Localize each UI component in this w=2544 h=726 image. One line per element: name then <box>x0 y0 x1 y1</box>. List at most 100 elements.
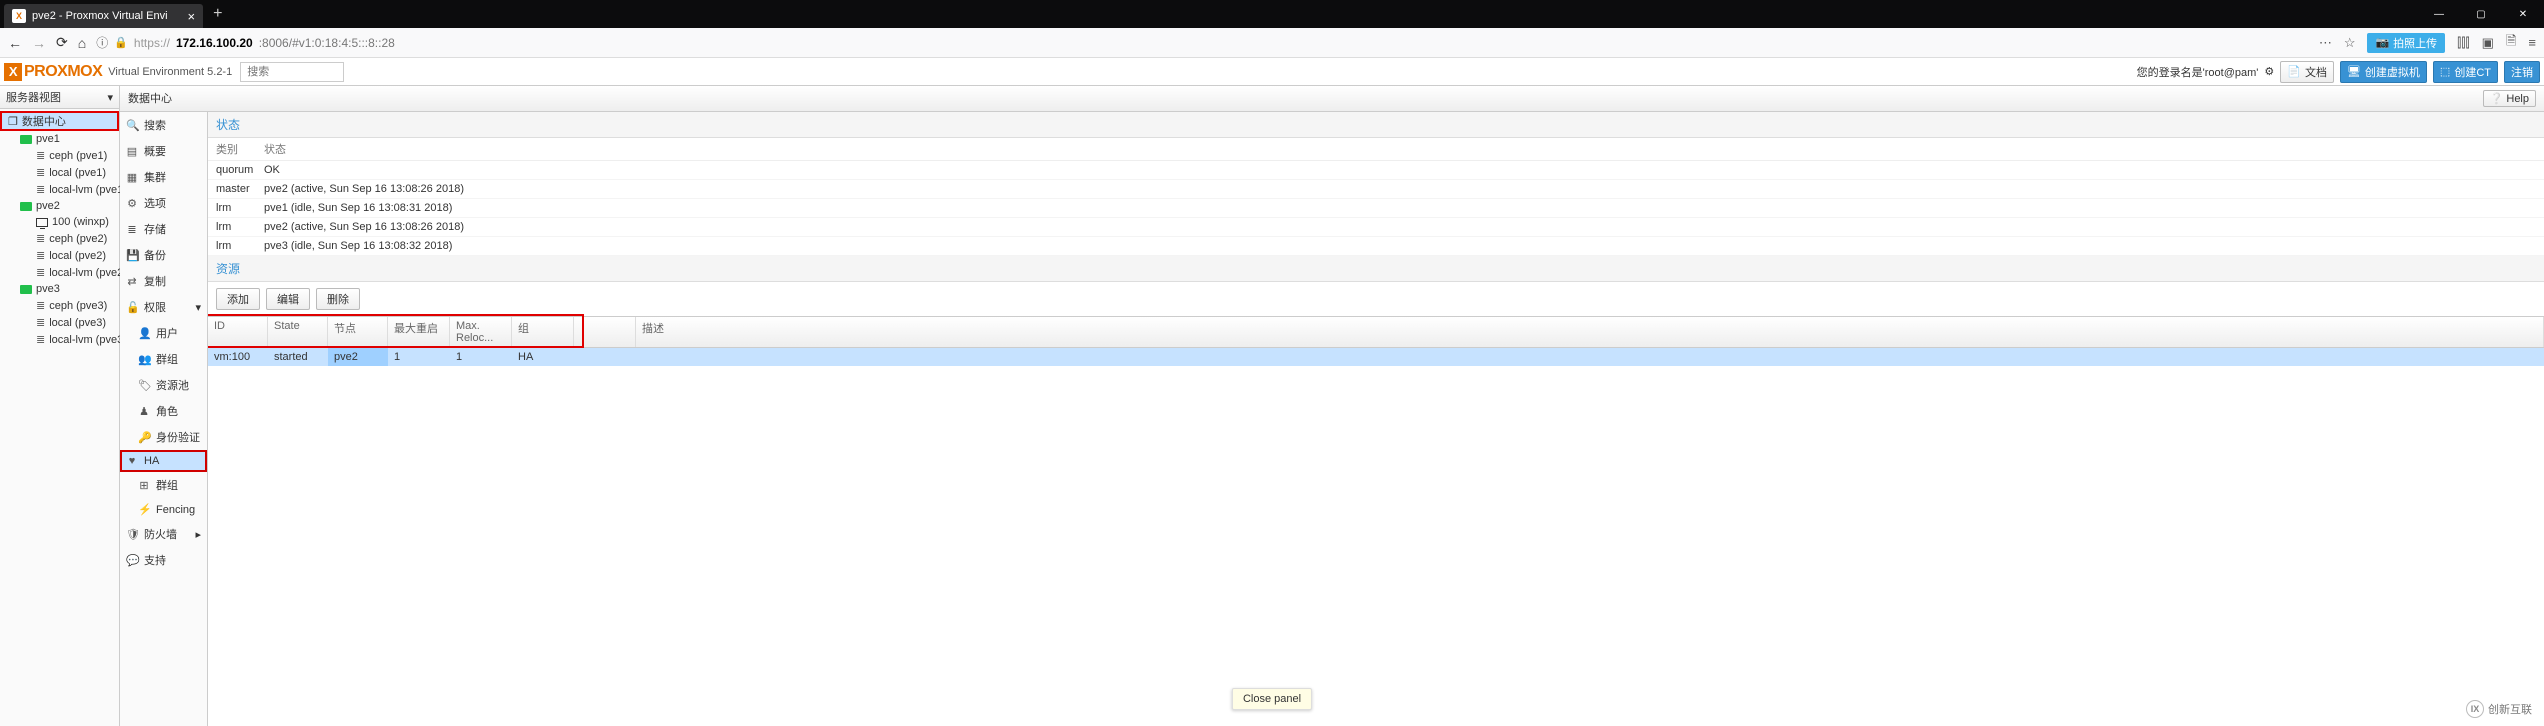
more-icon[interactable]: ⋯ <box>2319 35 2332 51</box>
group-icon: 👥 <box>138 353 150 366</box>
menu-auth[interactable]: 🔑身份验证 <box>120 424 207 450</box>
tree-storage-ceph-pve2[interactable]: ≣ceph (pve2) <box>0 230 119 247</box>
nav-reload-icon[interactable]: ⟳ <box>56 34 68 51</box>
status-row: quorumOK <box>208 161 2544 180</box>
node-icon <box>20 135 32 144</box>
menu-options[interactable]: ⚙选项 <box>120 190 207 216</box>
doc-icon[interactable]: 🗎 <box>2506 32 2516 54</box>
logout-button[interactable]: 注销 <box>2504 61 2540 83</box>
menu-search[interactable]: 🔍搜索 <box>120 112 207 138</box>
menu-cluster[interactable]: ▦集群 <box>120 164 207 190</box>
menu-permissions[interactable]: 🔓权限▾ <box>120 294 207 320</box>
upload-photo-button[interactable]: 📷拍照上传 <box>2367 33 2445 53</box>
lock-icon: 🔒 <box>114 36 128 49</box>
tree-storage-ceph-pve3[interactable]: ≣ceph (pve3) <box>0 297 119 314</box>
menu-firewall[interactable]: 🛡防火墙▸ <box>120 521 207 547</box>
chevron-down-icon: ▾ <box>107 91 113 104</box>
status-col-status: 状态 <box>264 141 286 157</box>
tree-storage-local-pve3[interactable]: ≣local (pve3) <box>0 314 119 331</box>
tree-node-pve2[interactable]: pve2 <box>0 198 119 214</box>
menu-ha[interactable]: ♥HA <box>120 450 207 472</box>
tree-storage-ceph-pve1[interactable]: ≣ceph (pve1) <box>0 147 119 164</box>
sidebar-icon[interactable]: ▣ <box>2482 35 2494 51</box>
heart-icon: ♥ <box>126 455 138 467</box>
menu-support[interactable]: 💬支持 <box>120 547 207 573</box>
resources-section-title: 资源 <box>208 256 2544 282</box>
menu-pools[interactable]: 🏷资源池 <box>120 372 207 398</box>
menu-groups[interactable]: 👥群组 <box>120 346 207 372</box>
col-max-reloc[interactable]: Max. Reloc... <box>450 317 512 347</box>
key-icon: 🔑 <box>138 431 150 444</box>
tree-storage-local-pve1[interactable]: ≣local (pve1) <box>0 164 119 181</box>
resources-grid-row[interactable]: vm:100 started pve2 1 1 HA <box>208 348 2544 366</box>
status-section-title: 状态 <box>208 112 2544 138</box>
nav-home-icon[interactable]: ⌂ <box>78 35 86 51</box>
menu-summary[interactable]: ▤概要 <box>120 138 207 164</box>
tree-vm-100[interactable]: 100 (winxp) <box>0 214 119 230</box>
menu-storage[interactable]: ≣存储 <box>120 216 207 242</box>
cell-empty <box>574 348 636 366</box>
col-group[interactable]: 组 <box>512 317 574 347</box>
menu-roles[interactable]: ♟角色 <box>120 398 207 424</box>
node-icon <box>20 285 32 294</box>
tab-close-icon[interactable]: × <box>188 9 196 24</box>
nav-back-icon[interactable]: ← <box>8 35 22 51</box>
gear-icon[interactable] <box>2264 65 2274 78</box>
global-search-input[interactable] <box>240 62 344 82</box>
proxmox-header: XPROXMOX Virtual Environment 5.2-1 您的登录名… <box>0 58 2544 86</box>
docs-button[interactable]: 文档 <box>2280 61 2334 83</box>
storage-icon: ≣ <box>126 223 138 236</box>
add-button[interactable]: 添加 <box>216 288 260 310</box>
tree-storage-local-pve2[interactable]: ≣local (pve2) <box>0 247 119 264</box>
menu-ha-groups[interactable]: ⊞群组 <box>120 472 207 498</box>
url-bar[interactable]: ⓘ 🔒 https://172.16.100.20:8006/#v1:0:18:… <box>96 34 2309 51</box>
star-icon[interactable]: ☆ <box>2344 35 2356 51</box>
menu-replication[interactable]: ⇄复制 <box>120 268 207 294</box>
cube-icon: ⬚ <box>2440 65 2450 78</box>
tree-storage-locallvm-pve1[interactable]: ≣local-lvm (pve1) <box>0 181 119 198</box>
menu-icon[interactable]: ≡ <box>2528 35 2536 50</box>
tree-node-pve3[interactable]: pve3 <box>0 281 119 297</box>
window-minimize-icon[interactable]: — <box>2418 0 2460 28</box>
url-prefix: https:// <box>134 36 170 50</box>
user-icon: 👤 <box>138 327 150 340</box>
menu-users[interactable]: 👤用户 <box>120 320 207 346</box>
tree-node-pve1[interactable]: pve1 <box>0 131 119 147</box>
info-icon[interactable]: ⓘ <box>96 34 108 51</box>
menu-fencing[interactable]: ⚡Fencing <box>120 498 207 521</box>
new-tab-button[interactable]: + <box>213 5 222 23</box>
tree-storage-locallvm-pve2[interactable]: ≣local-lvm (pve2) <box>0 264 119 281</box>
create-ct-button[interactable]: ⬚创建CT <box>2433 61 2498 83</box>
tree-datacenter[interactable]: ❐ 数据中心 <box>0 111 119 131</box>
tree-view-selector[interactable]: 服务器视图 ▾ <box>0 86 119 109</box>
edit-button[interactable]: 编辑 <box>266 288 310 310</box>
library-icon[interactable]: ⫿⫿⫿ <box>2457 35 2469 51</box>
storage-icon: ≣ <box>36 232 45 245</box>
cell-node: pve2 <box>328 348 388 366</box>
window-close-icon[interactable]: ✕ <box>2502 0 2544 28</box>
cell-desc <box>636 348 2544 366</box>
watermark: IX创新互联 <box>2466 700 2532 718</box>
remove-button[interactable]: 删除 <box>316 288 360 310</box>
help-button[interactable]: ❔ Help <box>2483 90 2536 107</box>
role-icon: ♟ <box>138 405 150 418</box>
nav-forward-icon[interactable]: → <box>32 35 46 51</box>
col-state[interactable]: State <box>268 317 328 347</box>
window-maximize-icon[interactable]: ▢ <box>2460 0 2502 28</box>
tree-storage-locallvm-pve3[interactable]: ≣local-lvm (pve3) <box>0 331 119 348</box>
col-id[interactable]: ID <box>208 317 268 347</box>
status-col-type: 类别 <box>216 141 264 157</box>
create-vm-button[interactable]: 🖥创建虚拟机 <box>2340 61 2427 83</box>
menu-backup[interactable]: 💾备份 <box>120 242 207 268</box>
version-label: Virtual Environment 5.2-1 <box>108 66 232 78</box>
cell-id: vm:100 <box>208 348 268 366</box>
col-max-restart[interactable]: 最大重启 <box>388 317 450 347</box>
col-node[interactable]: 节点 <box>328 317 388 347</box>
group-icon: ⊞ <box>138 479 150 492</box>
browser-tab[interactable]: X pve2 - Proxmox Virtual Envi × <box>4 4 203 28</box>
breadcrumb: 数据中心 ❔ Help <box>120 86 2544 112</box>
status-row: lrmpve1 (idle, Sun Sep 16 13:08:31 2018) <box>208 199 2544 218</box>
col-desc[interactable]: 描述 <box>636 317 2544 347</box>
replication-icon: ⇄ <box>126 275 138 288</box>
datacenter-icon: ❐ <box>8 115 18 128</box>
